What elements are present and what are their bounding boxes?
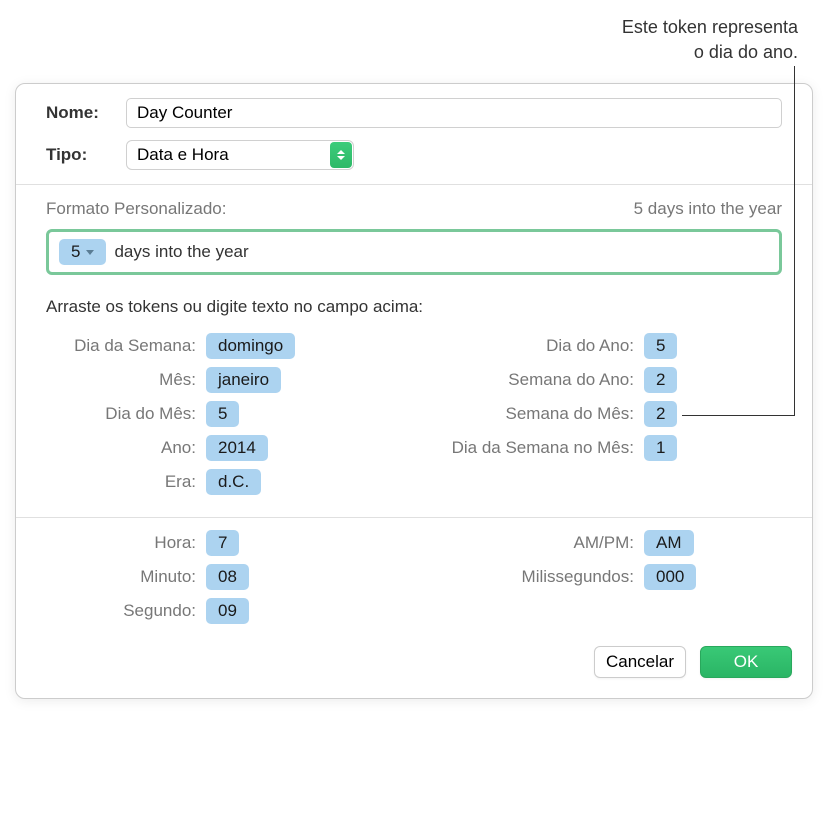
token-row: Segundo:09: [46, 598, 394, 624]
token-label: Era:: [46, 472, 206, 492]
token-ano[interactable]: 2014: [206, 435, 268, 461]
token-row: Hora:7: [46, 530, 394, 556]
token-diadoano[interactable]: 5: [644, 333, 677, 359]
token-row: Dia da Semana:domingo: [46, 333, 394, 359]
type-select[interactable]: Data e Hora: [126, 140, 354, 170]
token-label: Ano:: [46, 438, 206, 458]
annotation-leader-line: [682, 66, 795, 416]
token-segundo[interactable]: 09: [206, 598, 249, 624]
token-era[interactable]: d.C.: [206, 469, 261, 495]
ok-button[interactable]: OK: [700, 646, 792, 678]
token-row: Dia da Semana no Mês:1: [434, 435, 782, 461]
token-diadasemananomês[interactable]: 1: [644, 435, 677, 461]
token-label: Dia do Ano:: [434, 336, 644, 356]
time-column-left: Hora:7Minuto:08Segundo:09: [46, 530, 394, 632]
token-diadasemana[interactable]: domingo: [206, 333, 295, 359]
token-label: Dia da Semana:: [46, 336, 206, 356]
token-semanadomês[interactable]: 2: [644, 401, 677, 427]
token-row: Dia do Mês:5: [46, 401, 394, 427]
token-row: Mês:janeiro: [46, 367, 394, 393]
token-row: Minuto:08: [46, 564, 394, 590]
token-label: Semana do Ano:: [434, 370, 644, 390]
token-day-of-year-in-field[interactable]: 5: [59, 239, 106, 265]
token-row: Milissegundos:000: [434, 564, 782, 590]
token-mês[interactable]: janeiro: [206, 367, 281, 393]
token-label: Dia do Mês:: [46, 404, 206, 424]
token-label: Minuto:: [46, 567, 206, 587]
token-label: Dia da Semana no Mês:: [434, 438, 644, 458]
token-row: Era:d.C.: [46, 469, 394, 495]
token-column-left: Dia da Semana:domingoMês:janeiroDia do M…: [46, 333, 394, 503]
token-label: Milissegundos:: [434, 567, 644, 587]
token-diadomês[interactable]: 5: [206, 401, 239, 427]
token-semanadoano[interactable]: 2: [644, 367, 677, 393]
cancel-button[interactable]: Cancelar: [594, 646, 686, 678]
token-hora[interactable]: 7: [206, 530, 239, 556]
token-label: Semana do Mês:: [434, 404, 644, 424]
token-row: AM/PM:AM: [434, 530, 782, 556]
token-row: Ano:2014: [46, 435, 394, 461]
token-label: AM/PM:: [434, 533, 644, 553]
token-minuto[interactable]: 08: [206, 564, 249, 590]
token-label: Mês:: [46, 370, 206, 390]
time-column-right: AM/PM:AMMilissegundos:000: [434, 530, 782, 632]
token-milissegundos[interactable]: 000: [644, 564, 696, 590]
type-label: Tipo:: [46, 145, 126, 165]
custom-format-label: Formato Personalizado:: [46, 199, 226, 219]
annotation-text: Este token representa o dia do ano.: [622, 15, 798, 65]
token-am/pm[interactable]: AM: [644, 530, 694, 556]
token-label: Hora:: [46, 533, 206, 553]
instructions-text: Arraste os tokens ou digite texto no cam…: [46, 297, 782, 317]
token-label: Segundo:: [46, 601, 206, 621]
format-input[interactable]: 5 days into the year: [46, 229, 782, 275]
name-label: Nome:: [46, 103, 126, 123]
format-literal-text: days into the year: [114, 242, 248, 262]
chevron-down-icon: [86, 250, 94, 255]
